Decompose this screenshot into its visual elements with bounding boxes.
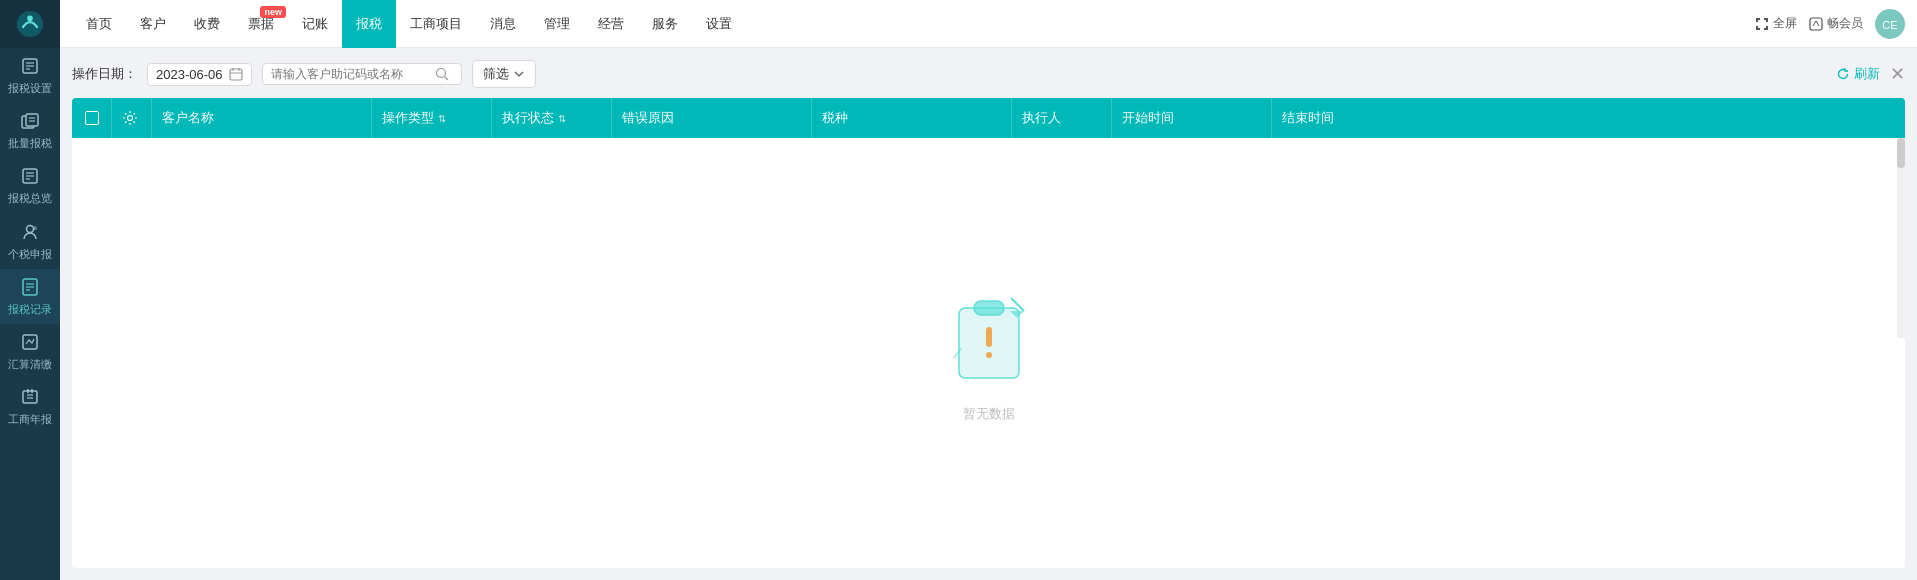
table-header-client-name: 客户名称: [152, 98, 372, 138]
member-button[interactable]: 畅会员: [1809, 15, 1863, 32]
topnav-right: 全屏 畅会员 CE: [1755, 9, 1905, 39]
settings-icon[interactable]: [122, 110, 138, 126]
svg-point-1: [27, 16, 33, 22]
svg-point-41: [986, 352, 992, 358]
scrollbar-track[interactable]: [1897, 138, 1905, 338]
svg-rect-25: [27, 389, 29, 393]
sidebar-item-personal-tax[interactable]: + 个税申报: [0, 214, 60, 269]
table-header-error-reason: 错误原因: [612, 98, 812, 138]
close-button[interactable]: ✕: [1890, 65, 1905, 83]
topnav: 首页 客户 收费 票据 new 记账 报税 工商项目 消息: [60, 0, 1917, 48]
fullscreen-icon: [1755, 17, 1769, 31]
settlement-icon: [20, 332, 40, 355]
topnav-items: 首页 客户 收费 票据 new 记账 报税 工商项目 消息: [72, 0, 1755, 48]
sidebar-item-label: 工商年报: [8, 413, 52, 426]
svg-rect-30: [230, 69, 242, 80]
sidebar-item-label: 报税设置: [8, 82, 52, 95]
topnav-item-customer[interactable]: 客户: [126, 0, 180, 48]
search-input[interactable]: [271, 67, 431, 81]
calendar-icon: [229, 67, 243, 81]
refresh-icon: [1836, 67, 1850, 81]
sidebar-item-label: 个税申报: [8, 248, 52, 261]
empty-text: 暂无数据: [963, 405, 1015, 423]
topnav-item-settings[interactable]: 设置: [692, 0, 746, 48]
topnav-item-bookkeeping[interactable]: 记账: [288, 0, 342, 48]
tax-records-icon: [20, 277, 40, 300]
invoice-badge: new: [260, 6, 286, 18]
table-body: 暂无数据: [72, 138, 1905, 568]
svg-rect-26: [31, 389, 33, 393]
svg-text:CE: CE: [1882, 19, 1897, 31]
scrollbar-thumb[interactable]: [1897, 138, 1905, 168]
date-label: 操作日期：: [72, 65, 137, 83]
empty-illustration: [939, 283, 1039, 393]
search-box: [262, 63, 462, 85]
sidebar-item-tax-overview[interactable]: 报税总览: [0, 158, 60, 213]
svg-rect-39: [974, 301, 1004, 315]
select-all-checkbox[interactable]: [85, 111, 99, 125]
batch-tax-icon: [20, 111, 40, 134]
table-header-checkbox: [72, 98, 112, 138]
sidebar-item-label: 汇算清缴: [8, 358, 52, 371]
topnav-item-home[interactable]: 首页: [72, 0, 126, 48]
sidebar-item-tax-records[interactable]: 报税记录: [0, 269, 60, 324]
sort-icon: ⇅: [558, 113, 566, 124]
svg-rect-7: [26, 114, 38, 126]
main-area: 首页 客户 收费 票据 new 记账 报税 工商项目 消息: [60, 0, 1917, 580]
svg-point-14: [27, 225, 34, 232]
svg-point-0: [17, 11, 43, 37]
svg-rect-22: [23, 391, 37, 403]
filter-button[interactable]: 筛选: [472, 60, 536, 88]
table-header-tax-type: 税种: [812, 98, 1012, 138]
topnav-item-operations[interactable]: 经营: [584, 0, 638, 48]
sort-icon: ⇅: [438, 113, 446, 124]
sidebar-logo[interactable]: [0, 0, 60, 48]
fullscreen-button[interactable]: 全屏: [1755, 15, 1797, 32]
personal-tax-icon: +: [20, 222, 40, 245]
table-header-start-time: 开始时间: [1112, 98, 1272, 138]
table-header-operation-type[interactable]: 操作类型 ⇅: [372, 98, 492, 138]
svg-rect-42: [986, 327, 992, 347]
topnav-item-business[interactable]: 工商项目: [396, 0, 476, 48]
svg-rect-27: [1810, 18, 1822, 30]
svg-point-36: [128, 116, 133, 121]
table-header: 客户名称 操作类型 ⇅ 执行状态 ⇅ 错误原因 税种 执行人: [72, 98, 1905, 138]
tax-settings-icon: [20, 56, 40, 79]
topnav-item-billing[interactable]: 收费: [180, 0, 234, 48]
sidebar-item-annual-report[interactable]: 工商年报: [0, 379, 60, 434]
svg-rect-21: [23, 335, 37, 349]
toolbar: 操作日期： 2023-06-06 筛选: [72, 60, 1905, 88]
avatar[interactable]: CE: [1875, 9, 1905, 39]
sidebar: 报税设置 批量报税 报税总览: [0, 0, 60, 580]
topnav-item-services[interactable]: 服务: [638, 0, 692, 48]
table: 客户名称 操作类型 ⇅ 执行状态 ⇅ 错误原因 税种 执行人: [72, 98, 1905, 568]
sidebar-item-label: 报税记录: [8, 303, 52, 316]
topnav-item-messages[interactable]: 消息: [476, 0, 530, 48]
topnav-item-management[interactable]: 管理: [530, 0, 584, 48]
topnav-item-invoice[interactable]: 票据 new: [234, 0, 288, 48]
svg-point-34: [436, 69, 445, 78]
svg-line-35: [444, 77, 448, 81]
date-picker[interactable]: 2023-06-06: [147, 63, 252, 86]
sidebar-item-tax-settings[interactable]: 报税设置: [0, 48, 60, 103]
table-header-executor: 执行人: [1012, 98, 1112, 138]
topnav-item-tax[interactable]: 报税: [342, 0, 396, 48]
sidebar-item-settlement[interactable]: 汇算清缴: [0, 324, 60, 379]
sidebar-item-label: 报税总览: [8, 192, 52, 205]
table-header-exec-status[interactable]: 执行状态 ⇅: [492, 98, 612, 138]
sidebar-item-batch-tax[interactable]: 批量报税: [0, 103, 60, 158]
content: 操作日期： 2023-06-06 筛选: [60, 48, 1917, 580]
toolbar-right: 刷新 ✕: [1836, 65, 1905, 83]
chevron-down-icon: [513, 68, 525, 80]
table-header-end-time: 结束时间: [1272, 98, 1432, 138]
table-header-settings: [112, 98, 152, 138]
sidebar-item-label: 批量报税: [8, 137, 52, 150]
refresh-button[interactable]: 刷新: [1836, 65, 1880, 83]
annual-report-icon: [20, 387, 40, 410]
search-icon[interactable]: [435, 67, 449, 81]
date-value: 2023-06-06: [156, 67, 223, 82]
member-icon: [1809, 17, 1823, 31]
tax-overview-icon: [20, 166, 40, 189]
